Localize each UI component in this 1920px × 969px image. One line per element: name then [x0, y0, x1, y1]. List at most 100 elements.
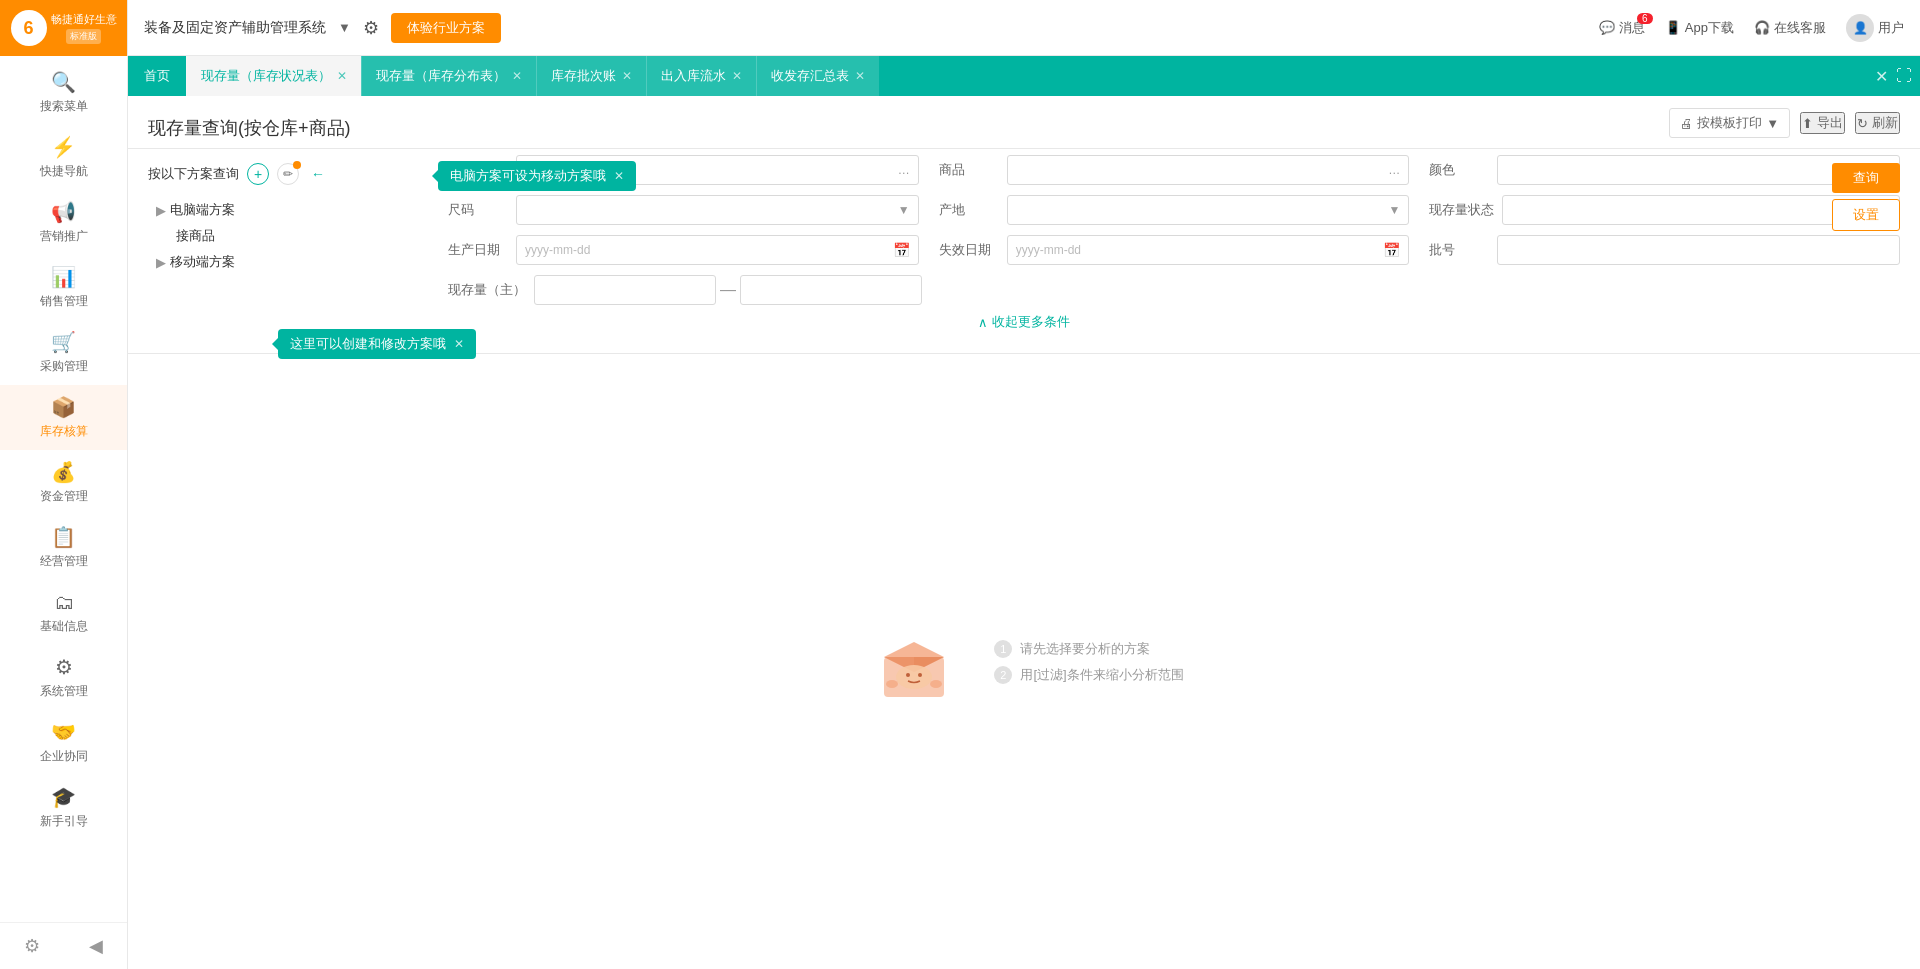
sidebar-item-label: 系统管理: [40, 683, 88, 700]
edit-tooltip: 这里可以创建和修改方案哦 ✕: [278, 329, 476, 359]
svg-point-6: [918, 673, 922, 677]
expand-arrow-icon: ▶: [156, 255, 166, 270]
industry-plan-btn[interactable]: 体验行业方案: [391, 13, 501, 43]
sidebar-logo: 6 畅捷通好生意 标准版: [0, 0, 127, 56]
close-others-btn[interactable]: ✕: [1875, 67, 1888, 86]
filter-color: 颜色 ▼: [1429, 155, 1900, 185]
scheme-item-goods[interactable]: 接商品: [148, 223, 1900, 249]
size-select[interactable]: ▼: [516, 195, 919, 225]
sidebar-item-label: 销售管理: [40, 293, 88, 310]
system-name: 装备及固定资产辅助管理系统: [144, 19, 326, 37]
tab-inventory-status[interactable]: 现存量（库存状况表） ✕: [186, 56, 361, 96]
sidebar-nav: 🔍 搜索菜单 ⚡ 快捷导航 📢 营销推广 📊 销售管理 🛒 采购管理 📦 库存核…: [0, 56, 127, 922]
header-left: 装备及固定资产辅助管理系统 ▼ ⚙ 体验行业方案: [144, 13, 501, 43]
quick-nav-icon: ⚡: [52, 135, 76, 159]
tab-collect-send[interactable]: 收发存汇总表 ✕: [756, 56, 879, 96]
page-title: 现存量查询(按仓库+商品): [148, 116, 351, 140]
tooltip-plan-text: 电脑方案可设为移动方案哦: [450, 167, 606, 185]
user-profile-btn[interactable]: 👤 用户: [1846, 14, 1904, 42]
settings-icon[interactable]: ⚙: [363, 17, 379, 39]
tab-close-inventory-dist[interactable]: ✕: [512, 69, 522, 83]
edit-scheme-btn[interactable]: ✏: [277, 163, 299, 185]
tooltip-edit-text: 这里可以创建和修改方案哦: [290, 335, 446, 353]
stock-main-to[interactable]: [740, 275, 922, 305]
header-right: 💬 消息 6 📱 App下载 🎧 在线客服 👤 用户: [1599, 14, 1904, 42]
sidebar-item-label: 经营管理: [40, 553, 88, 570]
tab-home[interactable]: 首页: [128, 56, 186, 96]
headset-icon: 🎧: [1754, 20, 1770, 35]
refresh-btn[interactable]: ↻ 刷新: [1855, 112, 1900, 134]
origin-select[interactable]: ▼: [1007, 195, 1410, 225]
mobile-icon: 📱: [1665, 20, 1681, 35]
sidebar-item-label: 营销推广: [40, 228, 88, 245]
sidebar-item-sales[interactable]: 📊 销售管理: [0, 255, 127, 320]
sidebar-item-finance[interactable]: 💰 资金管理: [0, 450, 127, 515]
filter-size: 尺码 ▼: [448, 195, 919, 225]
sidebar-item-operations[interactable]: 📋 经营管理: [0, 515, 127, 580]
tab-close-batch-account[interactable]: ✕: [622, 69, 632, 83]
svg-point-7: [886, 680, 898, 688]
sidebar-item-label: 搜索菜单: [40, 98, 88, 115]
sidebar-item-label: 资金管理: [40, 488, 88, 505]
tab-inventory-dist[interactable]: 现存量（库存分布表） ✕: [361, 56, 536, 96]
sidebar-settings-btn[interactable]: ⚙: [24, 935, 40, 957]
export-icon: ⬆: [1802, 116, 1813, 131]
export-btn[interactable]: ⬆ 导出: [1800, 112, 1845, 134]
tab-batch-account[interactable]: 库存批次账 ✕: [536, 56, 646, 96]
chevron-down-icon: ▼: [898, 203, 910, 217]
tab-spacer: [879, 56, 1867, 96]
sidebar-item-label: 基础信息: [40, 618, 88, 635]
sidebar-item-guide[interactable]: 🎓 新手引导: [0, 775, 127, 840]
fullscreen-btn[interactable]: ⛶: [1896, 67, 1912, 85]
empty-step-2: 2 用[过滤]条件来缩小分析范围: [994, 666, 1183, 684]
plan-tooltip: 电脑方案可设为移动方案哦 ✕: [438, 161, 636, 191]
dot-indicator: [293, 161, 301, 169]
tab-close-collect-send[interactable]: ✕: [855, 69, 865, 83]
sidebar-item-purchase[interactable]: 🛒 采购管理: [0, 320, 127, 385]
inventory-icon: 📦: [52, 395, 76, 419]
logo-text: 畅捷通好生意: [51, 12, 117, 26]
empty-state: 1 请先选择要分析的方案 2 用[过滤]条件来缩小分析范围: [864, 612, 1183, 712]
sidebar-item-enterprise[interactable]: 🤝 企业协同: [0, 710, 127, 775]
svg-point-4: [896, 665, 932, 689]
page-actions: 🖨 按模板打印 ▼ ⬆ 导出 ↻ 刷新: [1669, 108, 1900, 148]
sales-icon: 📊: [52, 265, 76, 289]
empty-step-1: 1 请先选择要分析的方案: [994, 640, 1183, 658]
template-print-btn[interactable]: 🖨 按模板打印 ▼: [1669, 108, 1790, 138]
svg-point-8: [930, 680, 942, 688]
step-1-circle: 1: [994, 640, 1012, 658]
system-selector[interactable]: ▼: [338, 20, 351, 35]
reset-btn[interactable]: 设置: [1832, 199, 1900, 231]
app-download-btn[interactable]: 📱 App下载: [1665, 19, 1734, 37]
back-arrow-btn[interactable]: ←: [307, 163, 329, 185]
sidebar-item-quick-nav[interactable]: ⚡ 快捷导航: [0, 125, 127, 190]
goods-select[interactable]: …: [1007, 155, 1410, 185]
purchase-icon: 🛒: [52, 330, 76, 354]
sidebar-item-label: 库存核算: [40, 423, 88, 440]
chevron-down-icon: …: [898, 163, 910, 177]
tab-in-out-flow[interactable]: 出入库流水 ✕: [646, 56, 756, 96]
color-label: 颜色: [1429, 161, 1489, 179]
search-btn[interactable]: 查询: [1832, 163, 1900, 193]
pencil-icon: ✏: [283, 167, 293, 181]
filter-panel: 按以下方案查询 + ✏ ← ▶ 电脑端方案 接商品 ▶: [128, 149, 1920, 354]
tab-close-inventory-status[interactable]: ✕: [337, 69, 347, 83]
notice-btn[interactable]: 💬 消息 6: [1599, 19, 1645, 37]
page-header: 现存量查询(按仓库+商品) 🖨 按模板打印 ▼ ⬆ 导出 ↻ 刷新: [128, 96, 1920, 149]
filter-stock-main: 现存量（主） —: [448, 275, 922, 305]
scheme-item-mobile[interactable]: ▶ 移动端方案: [148, 249, 1900, 275]
sidebar-item-base-info[interactable]: 🗂 基础信息: [0, 580, 127, 645]
sidebar-item-search[interactable]: 🔍 搜索菜单: [0, 60, 127, 125]
sidebar-item-inventory[interactable]: 📦 库存核算: [0, 385, 127, 450]
stock-main-from[interactable]: [534, 275, 716, 305]
content-area: 现存量查询(按仓库+商品) 🖨 按模板打印 ▼ ⬆ 导出 ↻ 刷新: [128, 96, 1920, 969]
tooltip-edit-close[interactable]: ✕: [454, 337, 464, 351]
add-scheme-btn[interactable]: +: [247, 163, 269, 185]
online-support-btn[interactable]: 🎧 在线客服: [1754, 19, 1826, 37]
tooltip-plan-close[interactable]: ✕: [614, 169, 624, 183]
tab-close-in-out-flow[interactable]: ✕: [732, 69, 742, 83]
guide-icon: 🎓: [52, 785, 76, 809]
sidebar-collapse-btn[interactable]: ◀: [89, 935, 103, 957]
sidebar-item-marketing[interactable]: 📢 营销推广: [0, 190, 127, 255]
sidebar-item-system[interactable]: ⚙ 系统管理: [0, 645, 127, 710]
